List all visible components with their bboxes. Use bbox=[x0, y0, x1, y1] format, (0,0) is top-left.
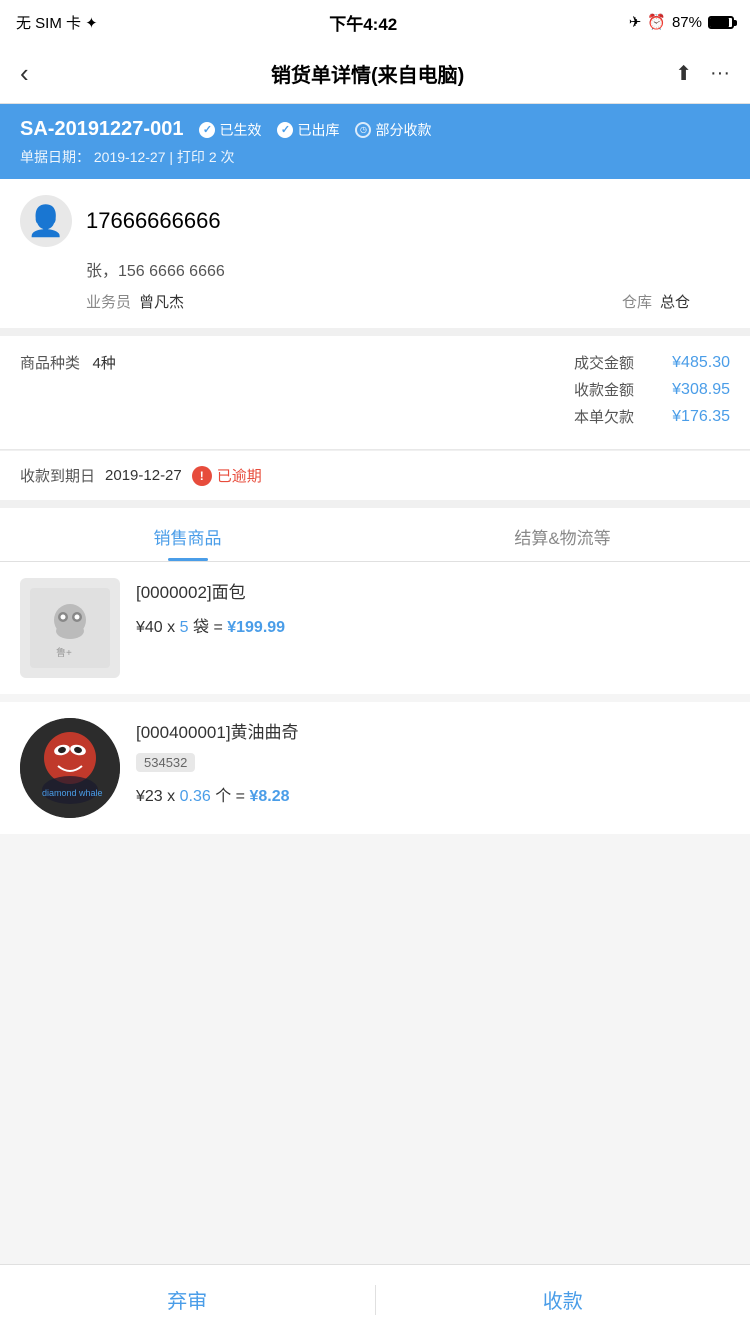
tab-settlement[interactable]: 结算&物流等 bbox=[375, 508, 750, 561]
page-title: 销货单详情(来自电脑) bbox=[271, 59, 464, 88]
nav-actions: ⬆ ··· bbox=[675, 61, 730, 86]
order-header-banner: SA-20191227-001 ✓ 已生效 ✓ 已出库 ◷ 部分收款 单据日期：… bbox=[0, 104, 750, 179]
share-button[interactable]: ⬆ bbox=[675, 61, 692, 86]
product-qty-2: 0.36 bbox=[180, 788, 211, 805]
avatar-icon: 👤 bbox=[27, 204, 64, 239]
svg-text:鲁+: 鲁+ bbox=[56, 646, 72, 659]
customer-avatar: 👤 bbox=[20, 195, 72, 247]
status-bar: 无 SIM 卡 ✦ 下午4:42 ✈ ⏰ 87% bbox=[0, 0, 750, 44]
due-section: 收款到期日 2019-12-27 ! 已逾期 bbox=[0, 450, 750, 500]
cancel-button[interactable]: 弃审 bbox=[0, 1271, 375, 1328]
back-button[interactable]: ‹ bbox=[20, 58, 60, 89]
order-date-info: 单据日期： 2019-12-27 | 打印 2 次 bbox=[20, 147, 730, 167]
warehouse-label: 仓库 bbox=[622, 291, 652, 312]
order-id: SA-20191227-001 bbox=[20, 118, 183, 141]
battery-percent: 87% bbox=[672, 14, 702, 31]
confirm-button[interactable]: 收款 bbox=[376, 1271, 750, 1328]
product-badge-2: 534532 bbox=[136, 753, 195, 772]
collected-value: ¥308.95 bbox=[650, 381, 730, 399]
due-date: 2019-12-27 bbox=[105, 467, 182, 484]
status-partial-payment: ◷ 部分收款 bbox=[355, 120, 431, 140]
owed-label: 本单欠款 bbox=[574, 406, 634, 427]
battery-icon bbox=[708, 16, 734, 29]
product-total-2: ¥8.28 bbox=[249, 788, 289, 805]
nav-bar: ‹ 销货单详情(来自电脑) ⬆ ··· bbox=[0, 44, 750, 104]
tab-products[interactable]: 销售商品 bbox=[0, 508, 375, 561]
status-time: 下午4:42 bbox=[329, 10, 397, 35]
section-divider-2 bbox=[0, 500, 750, 508]
product-unit-price-2: ¥23 bbox=[136, 788, 163, 805]
product-info-1: [0000002]面包 ¥40 x 5 袋 = ¥199.99 bbox=[136, 578, 730, 637]
product-price-row-2: ¥23 x 0.36 个 = ¥8.28 bbox=[136, 782, 730, 806]
product-item: 鲁+ [0000002]面包 ¥40 x 5 袋 = ¥199.99 bbox=[0, 562, 750, 694]
status-left: 无 SIM 卡 ✦ bbox=[16, 12, 98, 33]
overdue-badge: ! 已逾期 bbox=[192, 465, 262, 486]
status-right: ✈ ⏰ 87% bbox=[629, 13, 734, 31]
product-price-row-1: ¥40 x 5 袋 = ¥199.99 bbox=[136, 613, 730, 637]
category-label: 商品种类 bbox=[20, 355, 80, 372]
due-label: 收款到期日 bbox=[20, 465, 95, 486]
summary-section: 商品种类 4种 成交金额 ¥485.30 收款金额 ¥308.95 本单欠款 ¥… bbox=[0, 336, 750, 449]
deal-amount-label: 成交金额 bbox=[574, 352, 634, 373]
sales-label: 业务员 bbox=[86, 291, 131, 312]
owed-value: ¥176.35 bbox=[650, 408, 730, 426]
product-item-2: diamond whale [000400001]黄油曲奇 534532 ¥23… bbox=[0, 702, 750, 834]
customer-info-row: 业务员 曾凡杰 仓库 总仓 bbox=[86, 291, 730, 312]
sales-name: 曾凡杰 bbox=[139, 291, 184, 312]
overdue-text: 已逾期 bbox=[217, 465, 262, 486]
product-name-1: [0000002]面包 bbox=[136, 578, 730, 603]
status-effective: ✓ 已生效 bbox=[199, 120, 261, 140]
deal-amount-value: ¥485.30 bbox=[650, 354, 730, 372]
product-total-1: ¥199.99 bbox=[227, 619, 285, 636]
section-divider-1 bbox=[0, 328, 750, 336]
tabs-section: 销售商品 结算&物流等 bbox=[0, 508, 750, 562]
alarm-icon: ⏰ bbox=[647, 13, 666, 31]
summary-right: 成交金额 ¥485.30 收款金额 ¥308.95 本单欠款 ¥176.35 bbox=[574, 352, 730, 433]
product-name-2: [000400001]黄油曲奇 bbox=[136, 718, 730, 743]
product-image-2: diamond whale bbox=[20, 718, 120, 818]
bottom-bar: 弃审 收款 bbox=[0, 1264, 750, 1334]
customer-phone: 17666666666 bbox=[86, 208, 221, 234]
category-value: 4种 bbox=[92, 355, 115, 372]
customer-name-phone: 张，156 6666 6666 bbox=[86, 257, 730, 281]
customer-section: 👤 17666666666 张，156 6666 6666 业务员 曾凡杰 仓库… bbox=[0, 179, 750, 328]
product-info-2: [000400001]黄油曲奇 534532 ¥23 x 0.36 个 = ¥8… bbox=[136, 718, 730, 806]
product-image-1: 鲁+ bbox=[20, 578, 120, 678]
svg-text:diamond whale: diamond whale bbox=[42, 788, 103, 798]
collected-label: 收款金额 bbox=[574, 379, 634, 400]
warehouse-name: 总仓 bbox=[660, 291, 690, 312]
product-unit-price-1: ¥40 bbox=[136, 619, 163, 636]
status-shipped: ✓ 已出库 bbox=[277, 120, 339, 140]
more-button[interactable]: ··· bbox=[710, 62, 730, 85]
product-qty-1: 5 bbox=[180, 619, 189, 636]
product-list: 鲁+ [0000002]面包 ¥40 x 5 袋 = ¥199.99 bbox=[0, 562, 750, 834]
location-icon: ✈ bbox=[629, 13, 642, 31]
overdue-icon: ! bbox=[192, 466, 212, 486]
summary-left: 商品种类 4种 bbox=[20, 352, 116, 373]
